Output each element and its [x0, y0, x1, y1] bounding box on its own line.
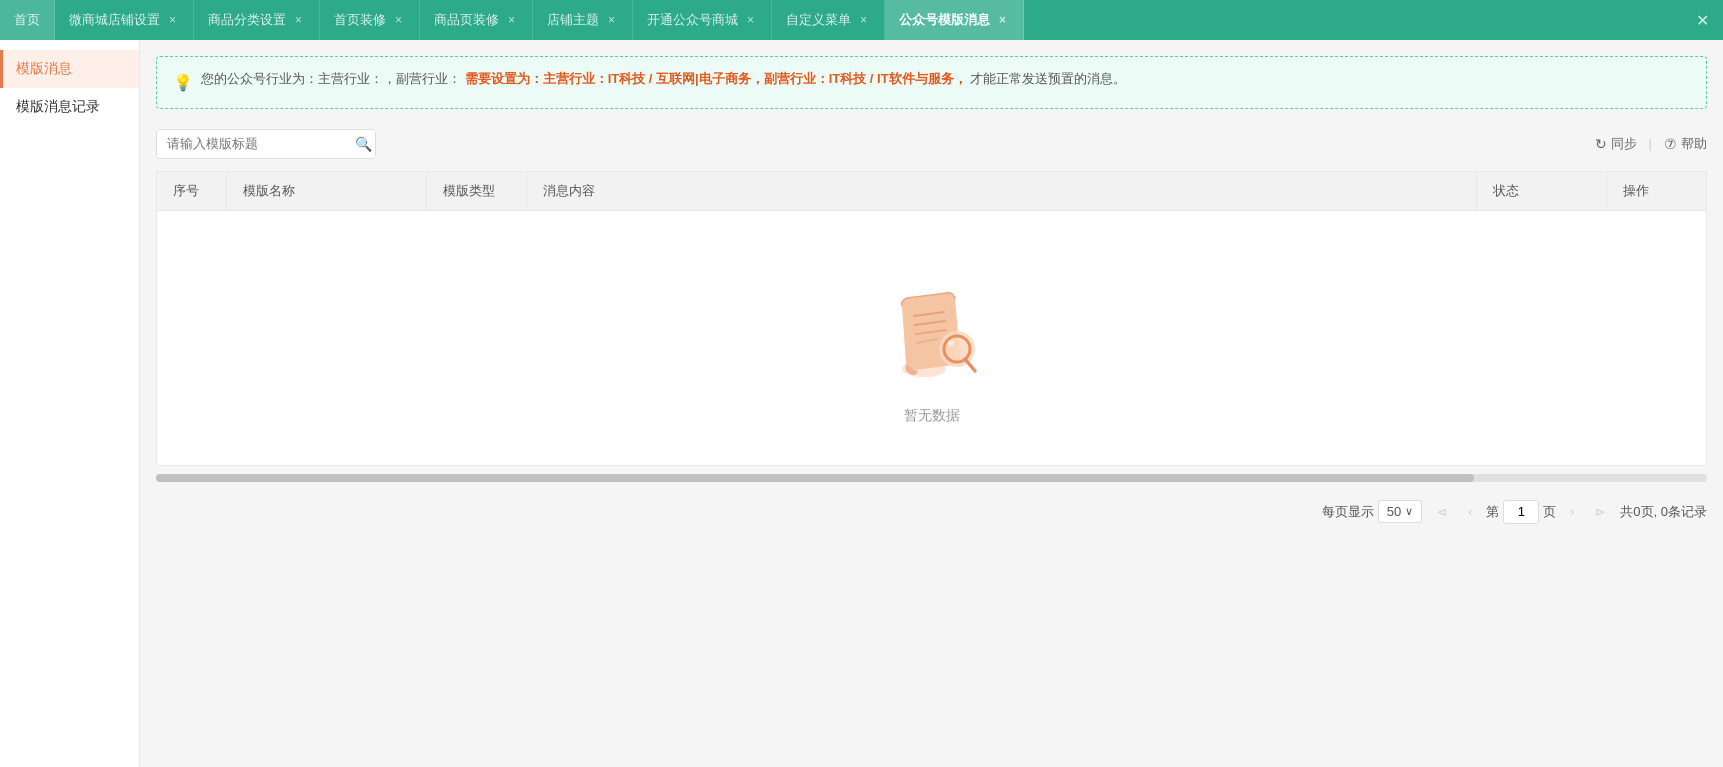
- nav-tab-template-message-label: 公众号模版消息: [899, 11, 990, 29]
- close-category-settings-icon[interactable]: ×: [292, 11, 305, 29]
- last-page-button[interactable]: ⊳: [1588, 500, 1612, 524]
- close-custom-menu-icon[interactable]: ×: [857, 11, 870, 29]
- sync-button[interactable]: ↻ 同步: [1595, 135, 1637, 153]
- nav-tab-home[interactable]: 首页: [0, 0, 55, 40]
- sync-label: 同步: [1611, 135, 1637, 153]
- nav-tab-shop-settings-label: 微商城店铺设置: [69, 11, 160, 29]
- nav-tab-category-settings-label: 商品分类设置: [208, 11, 286, 29]
- col-header-actions: 操作: [1607, 171, 1707, 210]
- search-input-wrap: 🔍: [156, 129, 376, 159]
- col-header-content: 消息内容: [527, 171, 1477, 210]
- nav-tab-open-wechat-shop[interactable]: 开通公众号商城 ×: [633, 0, 772, 40]
- help-button[interactable]: ⑦ 帮助: [1664, 135, 1707, 153]
- search-input[interactable]: [157, 130, 345, 157]
- notice-prefix: 您的公众号行业为：主营行业：，副营行业：: [201, 71, 461, 86]
- close-home-decoration-icon[interactable]: ×: [392, 11, 405, 29]
- sidebar: 模版消息 模版消息记录: [0, 40, 140, 767]
- page-size-label: 每页显示: [1322, 503, 1374, 521]
- svg-point-8: [948, 340, 954, 346]
- col-header-index: 序号: [157, 171, 227, 210]
- notice-box: 💡 您的公众号行业为：主营行业：，副营行业： 需要设置为：主营行业：IT科技 /…: [156, 56, 1707, 109]
- nav-tab-product-decoration[interactable]: 商品页装修 ×: [420, 0, 533, 40]
- page-size-dropdown[interactable]: 50 ∨: [1378, 500, 1422, 523]
- nav-tab-template-message[interactable]: 公众号模版消息 ×: [885, 0, 1024, 40]
- page-size-select: 每页显示 50 ∨: [1322, 500, 1422, 523]
- main-layout: 模版消息 模版消息记录 💡 您的公众号行业为：主营行业：，副营行业： 需要设置为…: [0, 40, 1723, 767]
- nav-tab-shop-theme[interactable]: 店铺主题 ×: [533, 0, 633, 40]
- page-navigation: ⊲ ‹ 第 页 › ⊳: [1430, 500, 1612, 524]
- sidebar-item-template-message-records[interactable]: 模版消息记录: [0, 88, 139, 126]
- nav-tab-shop-settings[interactable]: 微商城店铺设置 ×: [55, 0, 194, 40]
- col-header-type: 模版类型: [427, 171, 527, 210]
- page-label: 第: [1486, 503, 1499, 521]
- data-table: 序号 模版名称 模版类型 消息内容 状态 操作: [156, 171, 1707, 466]
- divider: |: [1649, 136, 1652, 151]
- nav-tab-open-wechat-shop-label: 开通公众号商城: [647, 11, 738, 29]
- nav-tab-custom-menu[interactable]: 自定义菜单 ×: [772, 0, 885, 40]
- sidebar-item-template-message-label: 模版消息: [16, 60, 72, 76]
- table-header-row: 序号 模版名称 模版类型 消息内容 状态 操作: [157, 171, 1707, 210]
- close-shop-settings-icon[interactable]: ×: [166, 11, 179, 29]
- sidebar-item-template-message-records-label: 模版消息记录: [16, 98, 100, 114]
- nav-tab-home-decoration-label: 首页装修: [334, 11, 386, 29]
- scroll-thumb: [156, 474, 1474, 482]
- sync-icon: ↻: [1595, 136, 1607, 152]
- prev-page-button[interactable]: ‹: [1458, 500, 1482, 524]
- nav-tab-home-decoration[interactable]: 首页装修 ×: [320, 0, 420, 40]
- horizontal-scrollbar[interactable]: [156, 474, 1707, 482]
- page-unit: 页: [1543, 503, 1556, 521]
- notice-highlight: 需要设置为：主营行业：IT科技 / 互联网|电子商务，副营行业：IT科技 / I…: [465, 71, 967, 86]
- col-header-name: 模版名称: [227, 171, 427, 210]
- empty-text-label: 暂无数据: [904, 407, 960, 425]
- help-icon: ⑦: [1664, 136, 1677, 152]
- col-header-status: 状态: [1477, 171, 1607, 210]
- pagination: 每页显示 50 ∨ ⊲ ‹ 第 页 › ⊳ 共0页, 0条记录: [156, 490, 1707, 528]
- empty-state: 暂无数据: [157, 211, 1706, 465]
- notice-text: 您的公众号行业为：主营行业：，副营行业： 需要设置为：主营行业：IT科技 / 互…: [201, 69, 1126, 90]
- total-info: 共0页, 0条记录: [1620, 503, 1707, 521]
- sidebar-item-template-message[interactable]: 模版消息: [0, 50, 139, 88]
- content-area: 💡 您的公众号行业为：主营行业：，副营行业： 需要设置为：主营行业：IT科技 /…: [140, 40, 1723, 767]
- close-open-wechat-shop-icon[interactable]: ×: [744, 11, 757, 29]
- help-label: 帮助: [1681, 135, 1707, 153]
- top-nav: 首页 微商城店铺设置 × 商品分类设置 × 首页装修 × 商品页装修 × 店铺主…: [0, 0, 1723, 40]
- empty-illustration: [872, 271, 992, 391]
- search-button[interactable]: 🔍: [345, 130, 376, 158]
- notice-bulb-icon: 💡: [173, 70, 193, 96]
- next-page-button[interactable]: ›: [1560, 500, 1584, 524]
- search-actions: ↻ 同步 | ⑦ 帮助: [1595, 135, 1707, 153]
- close-product-decoration-icon[interactable]: ×: [505, 11, 518, 29]
- search-bar: 🔍 ↻ 同步 | ⑦ 帮助: [156, 129, 1707, 159]
- page-size-value: 50: [1387, 504, 1401, 519]
- nav-tab-product-decoration-label: 商品页装修: [434, 11, 499, 29]
- nav-tab-category-settings[interactable]: 商品分类设置 ×: [194, 0, 320, 40]
- chevron-down-icon: ∨: [1405, 505, 1413, 518]
- close-template-message-icon[interactable]: ×: [996, 11, 1009, 29]
- nav-tab-custom-menu-label: 自定义菜单: [786, 11, 851, 29]
- first-page-button[interactable]: ⊲: [1430, 500, 1454, 524]
- nav-tab-home-label: 首页: [14, 11, 40, 29]
- page-number-input[interactable]: [1503, 500, 1539, 524]
- close-all-tabs-button[interactable]: ✕: [1682, 0, 1723, 40]
- notice-suffix: 才能正常发送预置的消息。: [970, 71, 1126, 86]
- close-shop-theme-icon[interactable]: ×: [605, 11, 618, 29]
- nav-tab-shop-theme-label: 店铺主题: [547, 11, 599, 29]
